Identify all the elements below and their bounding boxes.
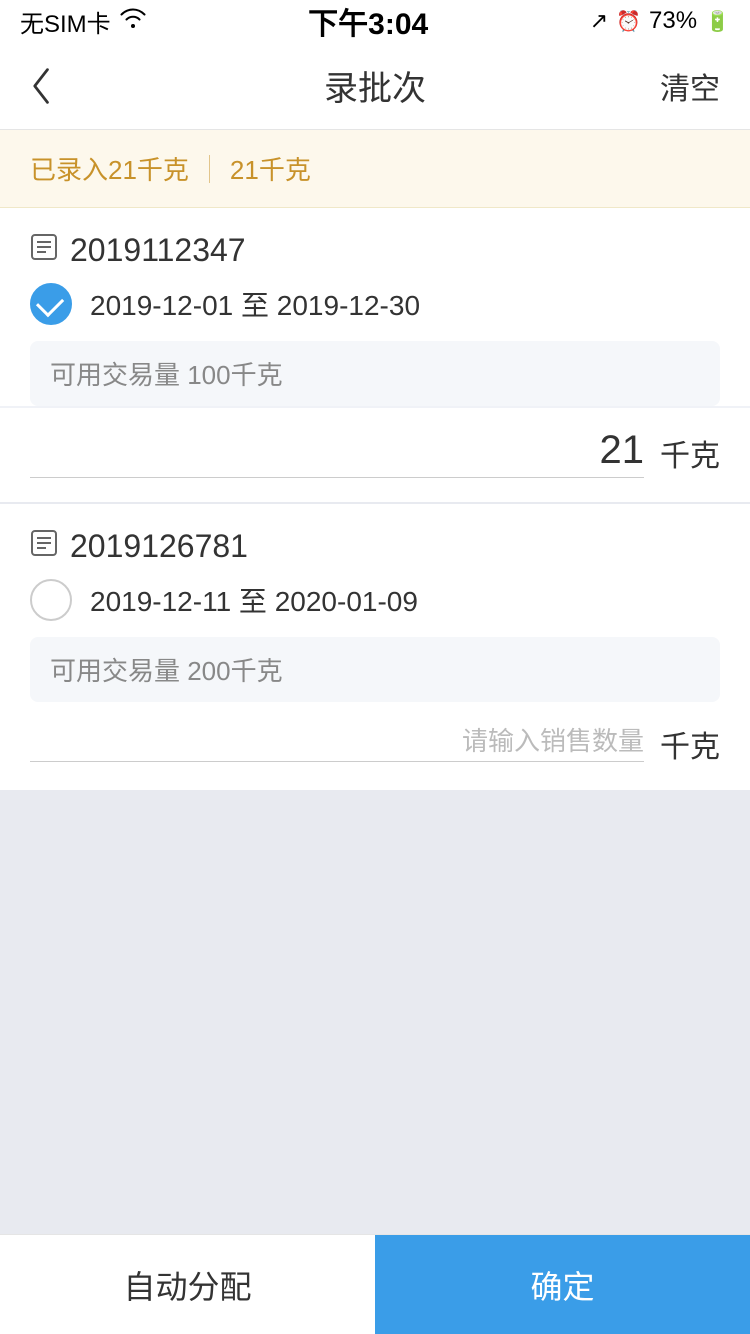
status-bar: 无SIM卡 下午3:04 ↗ ⏰ 73% 🔋 <box>0 0 750 42</box>
batch-2-id: 2019126781 <box>70 528 248 565</box>
battery-icon: 🔋 <box>705 9 730 34</box>
batch-2-header: 2019126781 <box>30 528 720 565</box>
batch-1-date: 2019-12-01 至 2019-12-30 <box>90 284 420 324</box>
info-divider <box>209 155 210 183</box>
location-icon: ↗ <box>590 8 608 34</box>
batch-2-date: 2019-12-11 至 2020-01-09 <box>90 580 418 620</box>
info-value: 21千克 <box>230 150 311 187</box>
batch-1-available: 可用交易量 100千克 <box>30 341 720 406</box>
batch-2-date-row[interactable]: 2019-12-11 至 2020-01-09 <box>30 579 720 621</box>
info-banner: 已录入21千克 21千克 <box>0 130 750 208</box>
batch-2-amount-input[interactable] <box>30 726 644 757</box>
back-button[interactable] <box>30 66 90 106</box>
empty-area <box>0 790 750 1234</box>
batch-1-date-row[interactable]: 2019-12-01 至 2019-12-30 <box>30 283 720 325</box>
batch-1-unit: 千克 <box>660 431 720 475</box>
batch-2-input-wrap[interactable] <box>30 726 644 762</box>
status-left: 无SIM卡 <box>20 4 147 39</box>
batch-2-available: 可用交易量 200千克 <box>30 637 720 702</box>
nav-bar: 录批次 清空 <box>0 42 750 130</box>
batch-1-header: 2019112347 <box>30 232 720 269</box>
clear-button[interactable]: 清空 <box>660 64 720 108</box>
batch-id-icon-2 <box>30 529 58 565</box>
status-right: ↗ ⏰ 73% 🔋 <box>590 7 730 35</box>
batch-1-input-wrap[interactable]: 21 <box>30 428 644 478</box>
batch-card-2: 2019126781 2019-12-11 至 2020-01-09 可用交易量… <box>0 504 750 702</box>
batch-card-1: 2019112347 2019-12-01 至 2019-12-30 可用交易量… <box>0 208 750 406</box>
page-title: 录批次 <box>324 61 426 110</box>
alarm-icon: ⏰ <box>616 9 641 34</box>
wifi-icon <box>119 7 147 36</box>
carrier-text: 无SIM卡 <box>20 4 111 39</box>
batch-id-icon-1 <box>30 233 58 269</box>
batch-2-radio[interactable] <box>30 579 72 621</box>
batch-1-radio[interactable] <box>30 283 72 325</box>
batch-2-unit: 千克 <box>660 722 720 766</box>
auto-distribute-button[interactable]: 自动分配 <box>0 1235 375 1334</box>
confirm-button[interactable]: 确定 <box>375 1235 750 1334</box>
batch-1-id: 2019112347 <box>70 232 246 269</box>
batch-2-amount-row: 千克 <box>0 702 750 790</box>
status-time: 下午3:04 <box>308 0 428 43</box>
batch-1-amount: 21 <box>600 428 645 473</box>
page-main: 已录入21千克 21千克 2019112347 2019-12-01 至 201… <box>0 130 750 1234</box>
battery-text: 73% <box>649 7 697 35</box>
batch-1-amount-row: 21 千克 <box>0 408 750 504</box>
bottom-bar: 自动分配 确定 <box>0 1234 750 1334</box>
info-label: 已录入21千克 <box>30 150 189 187</box>
